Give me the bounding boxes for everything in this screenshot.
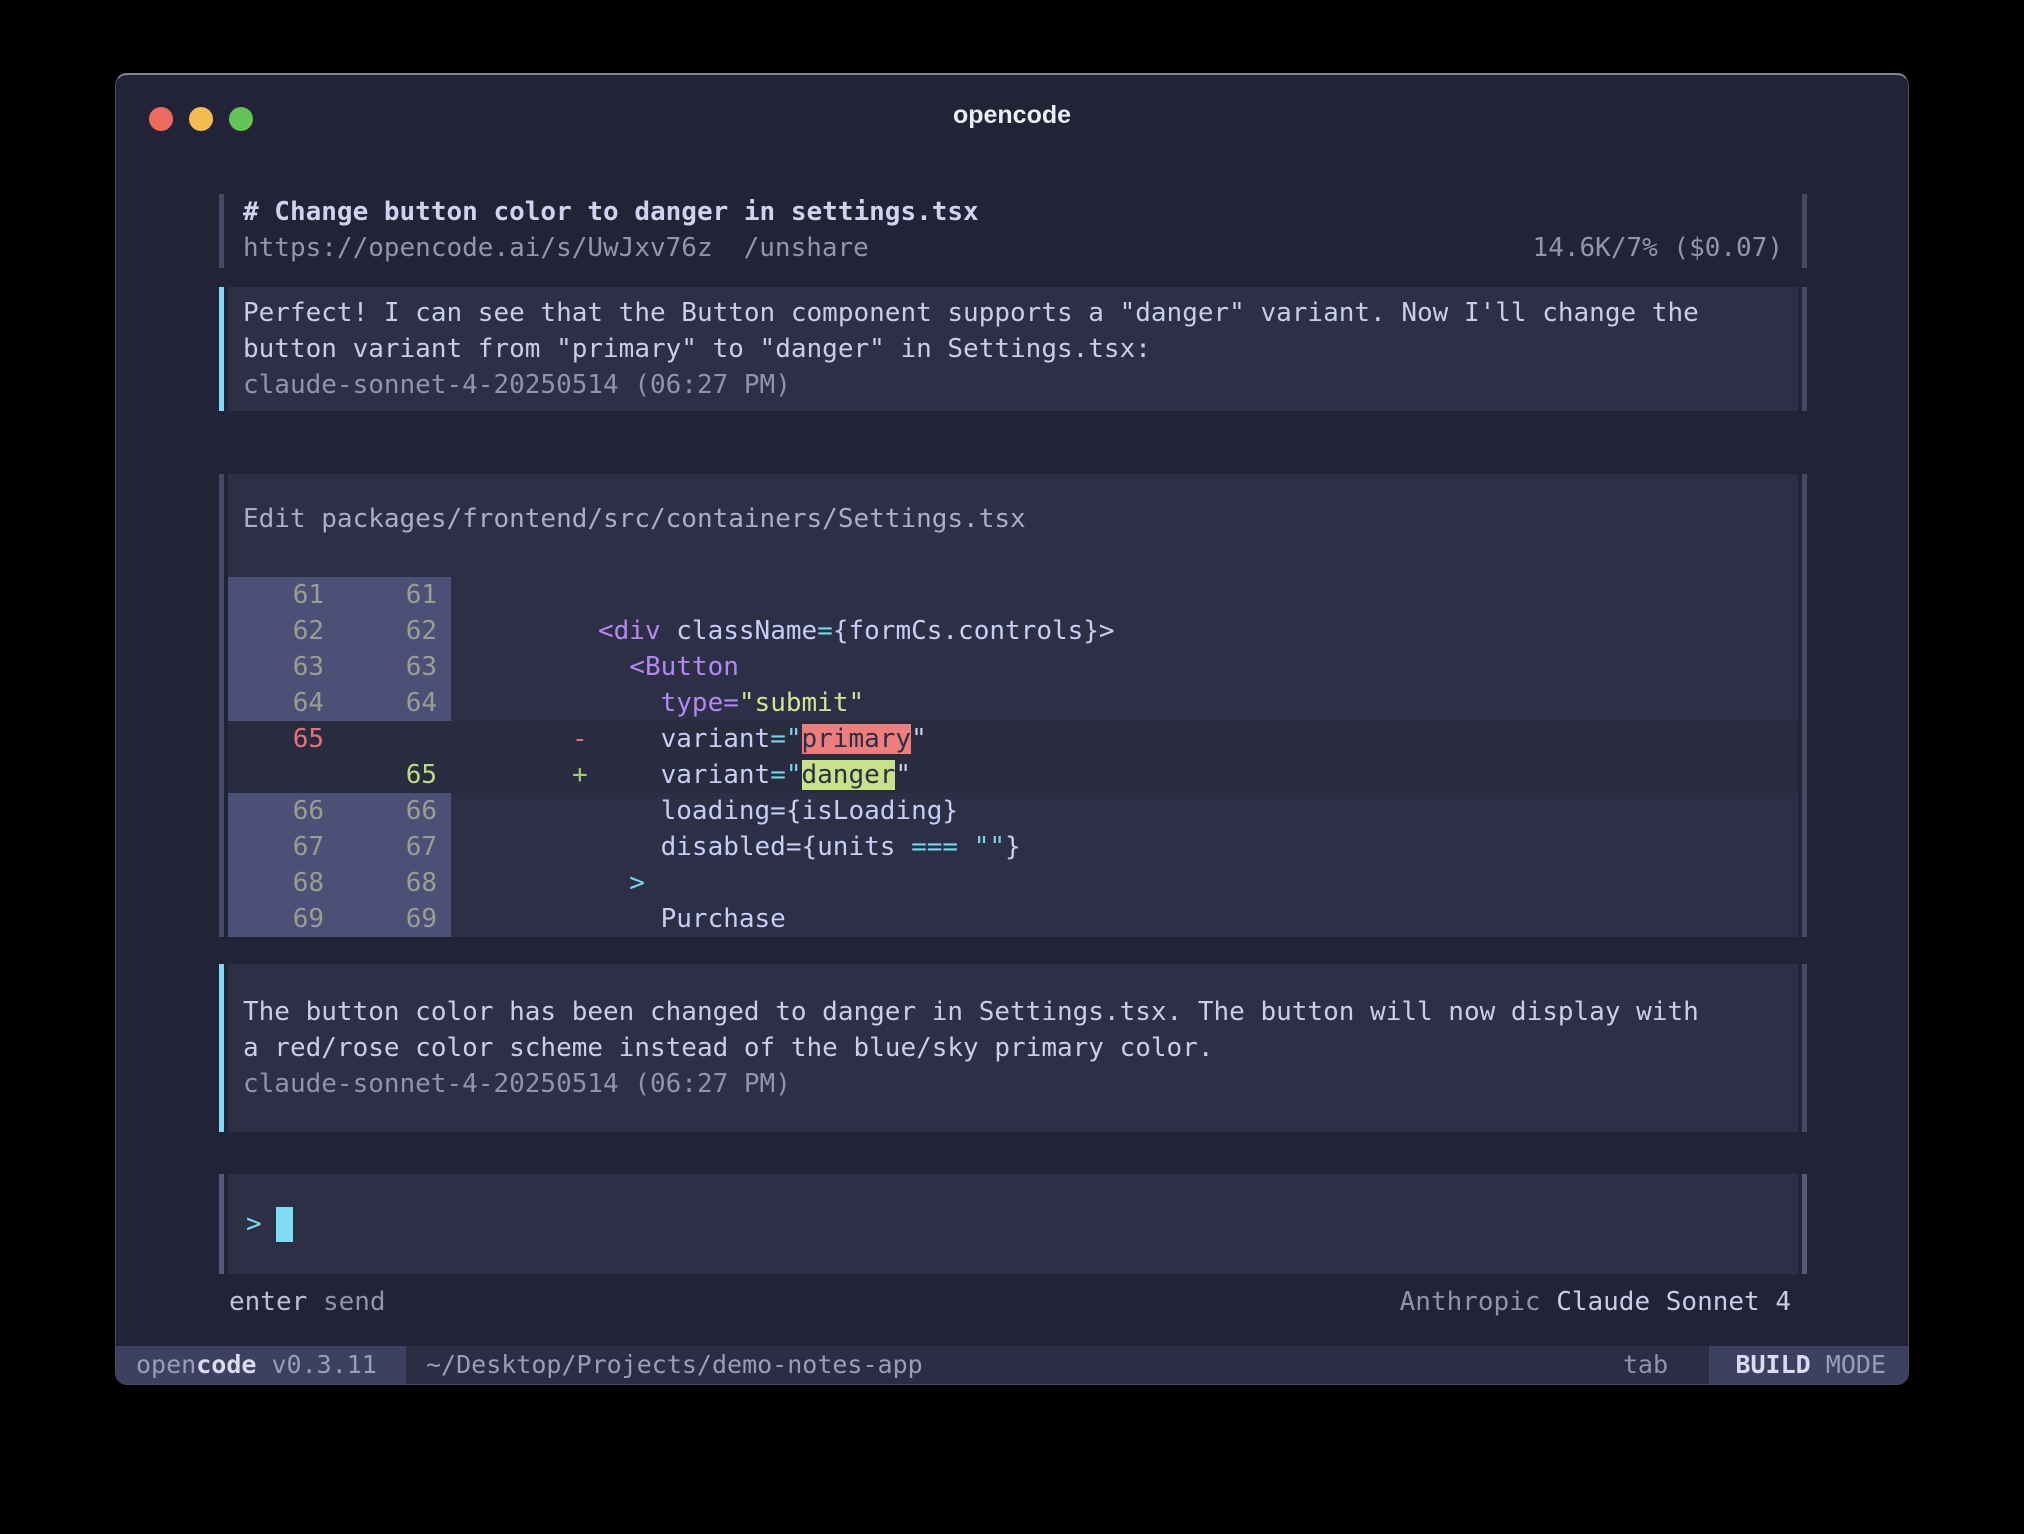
diff-row: 6868 > — [228, 865, 1798, 901]
share-url: https://opencode.ai/s/UwJxv76z — [243, 233, 713, 263]
mode-chip: BUILD MODE — [1709, 1346, 1908, 1384]
input-right-rule — [1802, 1174, 1807, 1274]
input-left-rule — [219, 1174, 224, 1274]
message-text-line: Perfect! I can see that the Button compo… — [228, 295, 1798, 331]
message-accent-bar — [219, 964, 224, 1132]
diff-row: 65+ variant="danger" — [228, 757, 1798, 793]
token-usage-stats: 14.6K/7% ($0.07) — [1533, 230, 1783, 266]
session-title: # Change button color to danger in setti… — [243, 194, 979, 230]
diff-row: 6262<div className={formCs.controls}> — [228, 613, 1798, 649]
message-text-line: a red/rose color scheme instead of the b… — [228, 1030, 1798, 1066]
hints-row: enter send Anthropic Claude Sonnet 4 — [228, 1284, 1798, 1320]
message-model-meta: claude-sonnet-4-20250514 (06:27 PM) — [228, 367, 1798, 403]
text-cursor — [276, 1207, 293, 1242]
diff-left-rule — [219, 474, 224, 937]
edit-file-path: Edit packages/frontend/src/containers/Se… — [243, 501, 1026, 537]
opencode-window: opencode # Change button color to danger… — [115, 73, 1909, 1385]
diff-row: 6969 Purchase — [228, 901, 1798, 937]
diff-row: 65- variant="primary" — [228, 721, 1798, 757]
assistant-message: Perfect! I can see that the Button compo… — [228, 287, 1798, 411]
app-version: v0.3.11 — [272, 1350, 377, 1379]
desktop-background: opencode # Change button color to danger… — [0, 0, 2024, 1534]
diff-table: 61616262<div className={formCs.controls}… — [228, 577, 1798, 937]
diff-row: 6767 disabled={units === ""} — [228, 829, 1798, 865]
send-hint: enter send — [229, 1284, 386, 1320]
send-label: send — [323, 1287, 386, 1317]
message-right-rule — [1802, 964, 1807, 1132]
diff-row: 6666 loading={isLoading} — [228, 793, 1798, 829]
diff-row: 6363 <Button — [228, 649, 1798, 685]
header-right-rule — [1802, 194, 1807, 268]
diff-row: 6464 type="submit" — [228, 685, 1798, 721]
window-title: opencode — [116, 101, 1908, 130]
edit-tool-card: Edit packages/frontend/src/containers/Se… — [228, 474, 1798, 937]
message-text-line: The button color has been changed to dan… — [228, 994, 1798, 1030]
prompt-symbol: > — [246, 1206, 262, 1242]
app-version-chip: opencode v0.3.11 — [116, 1346, 406, 1384]
tab-key-hint: tab — [1623, 1346, 1668, 1384]
model-indicator: Anthropic Claude Sonnet 4 — [1400, 1284, 1791, 1320]
diff-row: 6161 — [228, 577, 1798, 613]
status-bar: opencode v0.3.11 ~/Desktop/Projects/demo… — [116, 1346, 1908, 1384]
message-model-meta: claude-sonnet-4-20250514 (06:27 PM) — [228, 1066, 1798, 1102]
app-name-open: open — [136, 1350, 196, 1379]
enter-key-hint: enter — [229, 1287, 307, 1317]
message-right-rule — [1802, 287, 1807, 411]
assistant-message: The button color has been changed to dan… — [228, 964, 1798, 1132]
working-directory: ~/Desktop/Projects/demo-notes-app — [426, 1346, 923, 1384]
provider-name: Anthropic — [1400, 1287, 1541, 1317]
mode-word-label: MODE — [1826, 1350, 1886, 1379]
session-share-line: https://opencode.ai/s/UwJxv76z/unshare — [243, 230, 869, 266]
mode-build-label: BUILD — [1735, 1350, 1810, 1379]
model-name: Claude Sonnet 4 — [1556, 1287, 1791, 1317]
prompt-input[interactable]: > — [228, 1174, 1798, 1274]
app-name-code: code — [196, 1350, 256, 1379]
header-left-rule — [219, 194, 224, 268]
session-header: # Change button color to danger in setti… — [228, 194, 1798, 268]
message-accent-bar — [219, 287, 224, 411]
unshare-command[interactable]: /unshare — [744, 233, 869, 263]
diff-right-rule — [1802, 474, 1807, 937]
message-text-line: button variant from "primary" to "danger… — [228, 331, 1798, 367]
